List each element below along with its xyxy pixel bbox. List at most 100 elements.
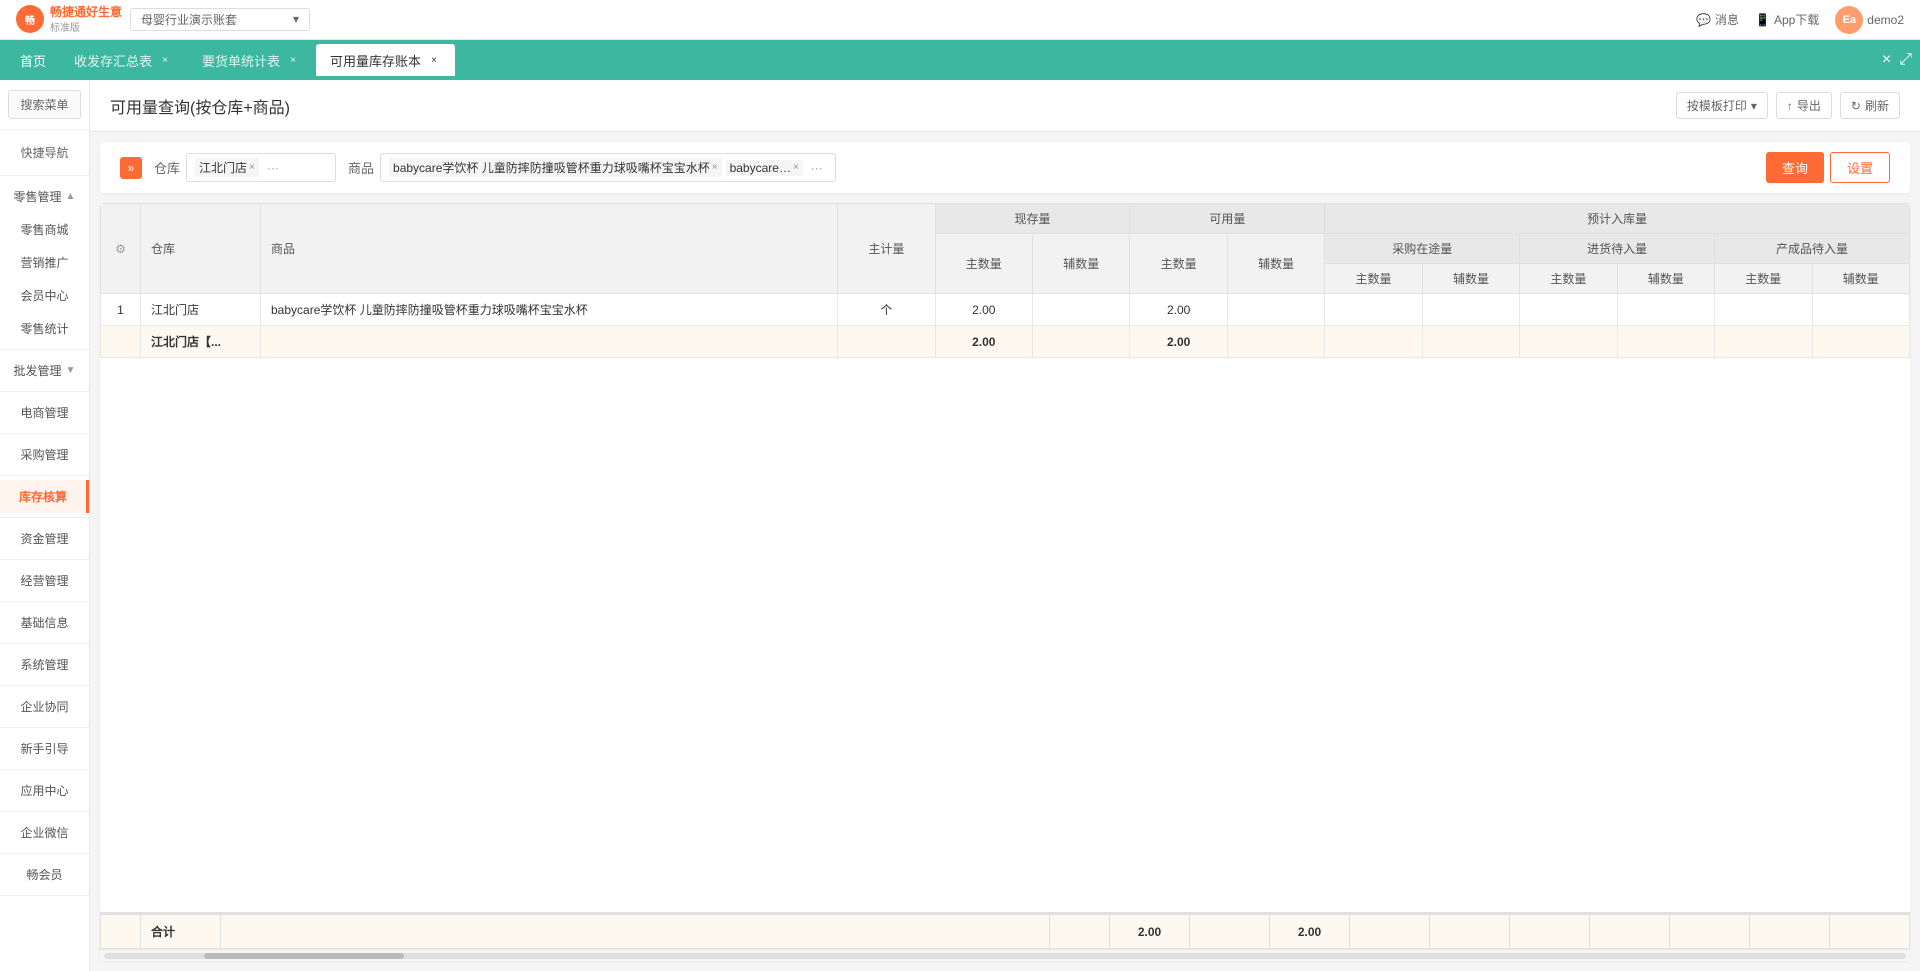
th-product: 商品 [261,204,838,294]
warehouse-more-btn[interactable]: ··· [263,161,283,175]
product-tag-1-close[interactable]: × [712,162,718,173]
sidebar-section-finance: 资金管理 [0,518,89,560]
footer-fp-main [1750,915,1830,949]
sidebar-section-purchase: 采购管理 [0,434,89,476]
sidebar-item-ecommerce[interactable]: 电商管理 [0,396,89,429]
sidebar-item-inventory-check[interactable]: 库存核算 [0,480,89,513]
user-profile[interactable]: Ea demo2 [1835,6,1904,34]
tab-home[interactable]: 首页 [8,44,58,76]
sidebar-section-ecommerce: 电商管理 [0,392,89,434]
chevron-icon-wholesale: ▼ [66,365,76,376]
sidebar-item-vip-member[interactable]: 畅会员 [0,858,89,891]
sidebar-quick-nav: 快捷导航 [0,130,89,176]
user-name: demo2 [1867,13,1904,27]
data-table: ⚙ 仓库 商品 主计量 现存量 可用量 预计入库量 主数量 辅数量 [100,203,1910,358]
sidebar-section-vip: 畅会员 [0,854,89,896]
nav-tabs-bar: 首页 收发存汇总表 × 要货单统计表 × 可用量库存账本 × × ⤢ [0,40,1920,80]
sidebar-item-enterprise-collab[interactable]: 企业协同 [0,690,89,723]
th-available: 可用量 [1130,204,1325,234]
settings-button[interactable]: 设置 [1830,152,1890,183]
sidebar-item-new-guide[interactable]: 新手引导 [0,732,89,765]
sidebar-item-quick-nav[interactable]: 快捷导航 [0,138,89,167]
sidebar: 搜索菜单 快捷导航 零售管理 ▲ 零售商城 营销推广 会员中心 零售统计 [0,80,90,971]
product-input[interactable]: babycare学饮杯 儿童防摔防撞吸管杯重力球吸嘴杯宝宝水杯 × babyca… [380,153,836,182]
template-selector[interactable]: 母婴行业演示账套 ▾ [130,8,310,31]
footer-stock-main: 2.00 [1110,915,1190,949]
sidebar-section-new-guide: 新手引导 [0,728,89,770]
sidebar-item-app-center[interactable]: 应用中心 [0,774,89,807]
th-stock-aux: 辅数量 [1033,234,1130,294]
sidebar-item-member-center[interactable]: 会员中心 [0,279,89,312]
sidebar-item-enterprise-wechat[interactable]: 企业微信 [0,816,89,849]
sidebar-item-basic-info[interactable]: 基础信息 [0,606,89,639]
th-settings: ⚙ [101,204,141,294]
template-print-button[interactable]: 按模板打印 ▾ [1676,92,1768,119]
product-more-btn[interactable]: ··· [807,161,827,175]
app-download-button[interactable]: 📱 App下载 [1755,11,1819,28]
th-avail-aux: 辅数量 [1227,234,1324,294]
table-wrapper: ⚙ 仓库 商品 主计量 现存量 可用量 预计入库量 主数量 辅数量 [100,203,1910,961]
sidebar-item-wholesale-mgmt[interactable]: 批发管理 ▼ [0,354,89,387]
sidebar-section-wholesale: 批发管理 ▼ [0,350,89,392]
table-footer: 合计 2.00 2.00 [100,912,1910,949]
row-pp-aux [1617,326,1714,358]
sidebar-item-purchase[interactable]: 采购管理 [0,438,89,471]
message-label: 消息 [1715,11,1739,28]
search-menu-button[interactable]: 搜索菜单 [8,90,81,119]
tab-close-receive[interactable]: × [158,53,172,67]
tab-close-order[interactable]: × [286,53,300,67]
sidebar-item-finance[interactable]: 资金管理 [0,522,89,555]
row-avail-main: 2.00 [1130,326,1227,358]
warehouse-tag-close[interactable]: × [249,162,255,173]
logo-area: 畅 畅捷通好生意 标准版 [16,5,122,34]
tab-order-stats[interactable]: 要货单统计表 × [188,44,314,76]
refresh-button[interactable]: ↻ 刷新 [1840,92,1900,119]
row-avail-main: 2.00 [1130,294,1227,326]
row-stock-aux [1033,326,1130,358]
sidebar-item-marketing[interactable]: 营销推广 [0,246,89,279]
horizontal-scrollbar[interactable] [100,949,1910,961]
sidebar-item-operation[interactable]: 经营管理 [0,564,89,597]
warehouse-filter-group: 仓库 江北门店 × ··· [154,153,336,182]
logo-sub: 标准版 [50,19,122,34]
row-product: babycare学饮杯 儿童防摔防撞吸管杯重力球吸嘴杯宝宝水杯 [261,294,838,326]
chevron-down-icon: ▾ [293,12,299,26]
th-purchase-transit: 采购在途量 [1325,234,1520,264]
row-fp-main [1715,294,1812,326]
tab-close-available[interactable]: × [427,53,441,67]
table-row: 1江北门店babycare学饮杯 儿童防摔防撞吸管杯重力球吸嘴杯宝宝水杯个2.0… [101,294,1910,326]
logo-text: 畅捷通好生意 [50,5,122,19]
footer-pp-main [1590,915,1670,949]
tab-receive-summary[interactable]: 收发存汇总表 × [60,44,186,76]
table-settings-icon[interactable]: ⚙ [115,242,126,256]
sidebar-item-system-mgmt[interactable]: 系统管理 [0,648,89,681]
search-button[interactable]: 查询 [1766,152,1824,183]
app-icon: 📱 [1755,13,1770,27]
footer-avail-main: 2.00 [1270,915,1350,949]
warehouse-input[interactable]: 江北门店 × ··· [186,153,336,182]
row-fp-aux [1812,326,1909,358]
table-container[interactable]: ⚙ 仓库 商品 主计量 现存量 可用量 预计入库量 主数量 辅数量 [100,203,1910,912]
sidebar-section-retail: 零售管理 ▲ 零售商城 营销推广 会员中心 零售统计 [0,176,89,350]
message-button[interactable]: 💬 消息 [1696,11,1739,28]
product-tag-2-close[interactable]: × [793,162,799,173]
export-button[interactable]: ↑ 导出 [1776,92,1832,119]
row-fp-main [1715,326,1812,358]
footer-fp-aux [1830,915,1910,949]
filter-area: » 仓库 江北门店 × ··· 商品 babycare学饮杯 儿童防摔防撞吸管杯… [100,142,1910,193]
row-warehouse: 江北门店 [141,294,261,326]
footer-empty-3 [1050,915,1110,949]
th-fp-main: 主数量 [1715,264,1812,294]
scrollbar-thumb[interactable] [204,953,404,959]
sidebar-item-retail-mall[interactable]: 零售商城 [0,213,89,246]
chevron-down-icon-print: ▾ [1751,99,1757,113]
close-nav-btn[interactable]: × [1882,51,1891,69]
sidebar-item-retail-stats[interactable]: 零售统计 [0,312,89,345]
filter-expand-button[interactable]: » [120,157,142,179]
sidebar-item-retail-mgmt[interactable]: 零售管理 ▲ [0,180,89,213]
th-pp-main: 主数量 [1520,264,1617,294]
row-pt-main [1325,326,1422,358]
product-tag-1: babycare学饮杯 儿童防摔防撞吸管杯重力球吸嘴杯宝宝水杯 × [389,158,722,177]
tab-available-ledger[interactable]: 可用量库存账本 × [316,44,455,76]
expand-nav-btn[interactable]: ⤢ [1899,51,1912,69]
